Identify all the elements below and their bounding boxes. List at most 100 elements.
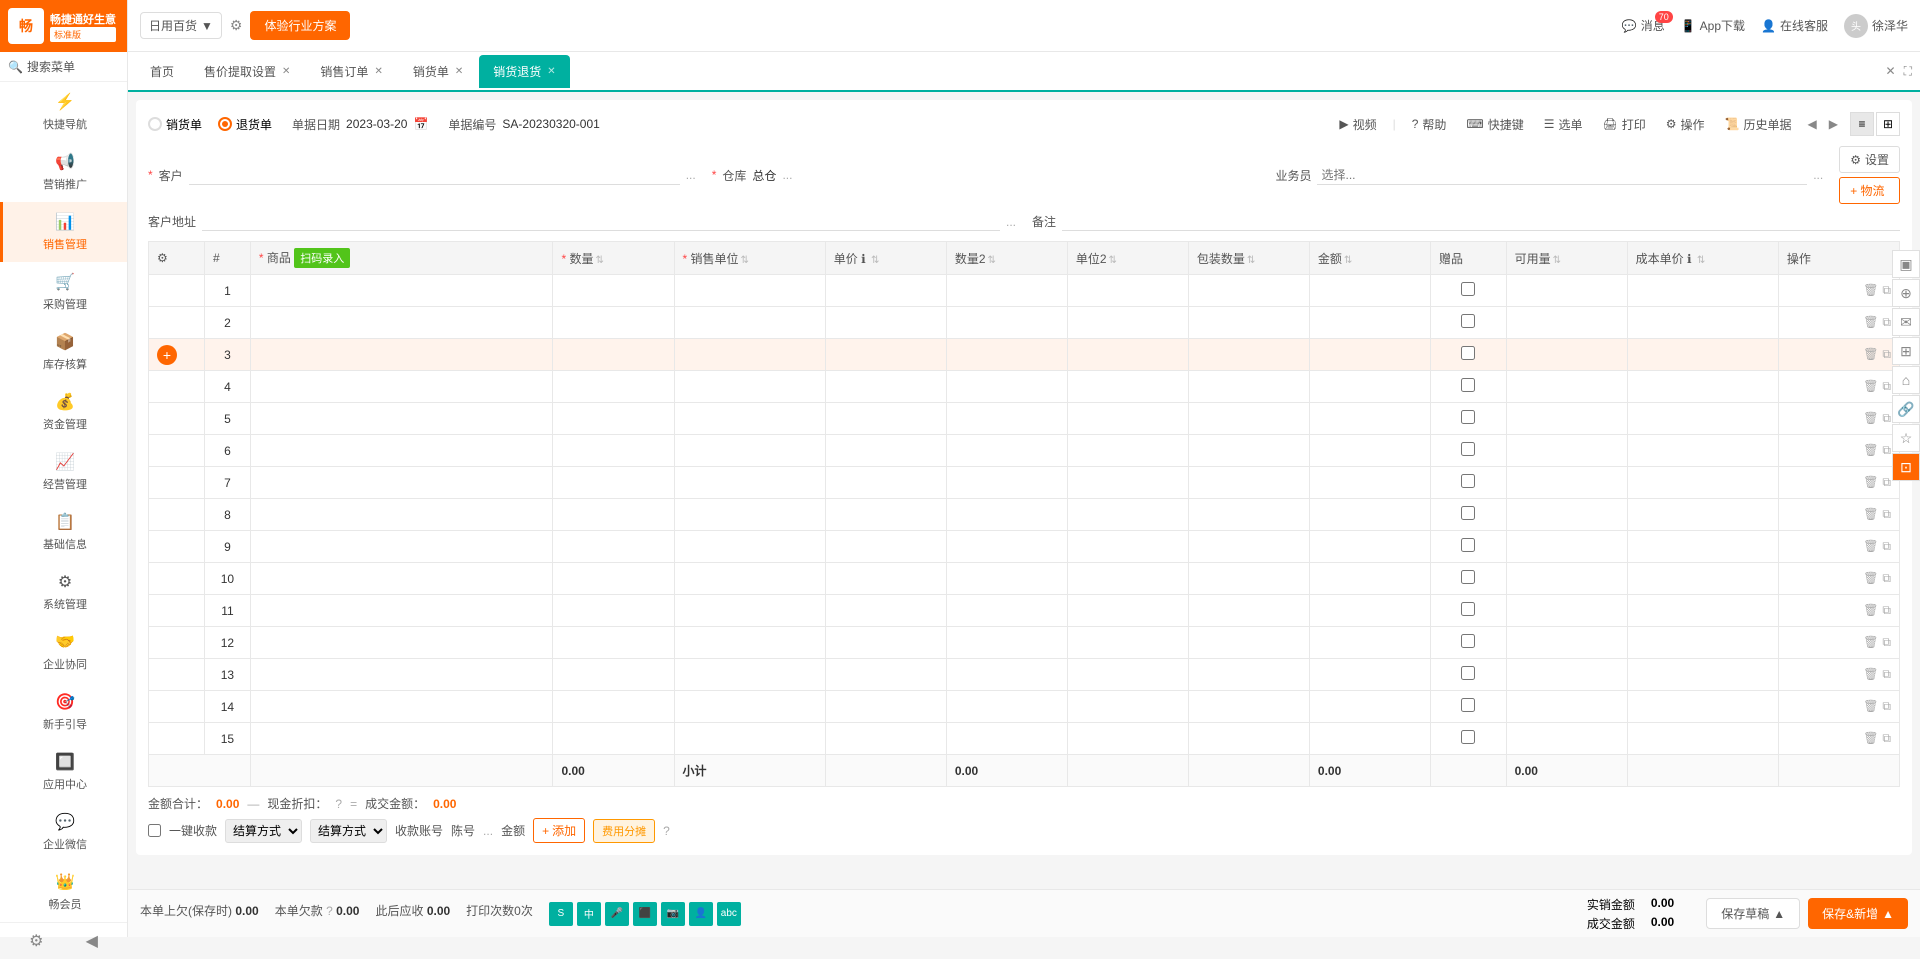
cost-price-cell[interactable]	[1627, 435, 1778, 467]
float-btn-4[interactable]: ⊞	[1892, 337, 1920, 365]
tab-home[interactable]: 首页	[136, 55, 188, 88]
gift-checkbox[interactable]	[1461, 282, 1475, 296]
qty2-cell[interactable]	[946, 723, 1067, 755]
user-menu[interactable]: 头 徐泽华	[1844, 14, 1908, 38]
message-btn[interactable]: 💬 消息 70	[1622, 17, 1665, 34]
copy-row-icon[interactable]: ⧉	[1882, 443, 1891, 458]
price-cell[interactable]	[825, 435, 946, 467]
unit-cell[interactable]	[674, 595, 825, 627]
sidebar-item-sales-mgmt[interactable]: 📊 销售管理	[0, 202, 127, 262]
note-input[interactable]	[1062, 212, 1900, 231]
unit2-cell[interactable]	[1067, 723, 1188, 755]
qty2-cell[interactable]	[946, 467, 1067, 499]
price-cell[interactable]	[825, 371, 946, 403]
gift-checkbox[interactable]	[1461, 570, 1475, 584]
gift-checkbox[interactable]	[1461, 602, 1475, 616]
prev-icon[interactable]: ◀	[1808, 117, 1817, 131]
float-btn-8[interactable]: ⊡	[1892, 453, 1920, 481]
tab-close-price-setting[interactable]: ✕	[282, 66, 290, 77]
product-cell[interactable]	[250, 467, 553, 499]
cost-price-cell[interactable]	[1627, 307, 1778, 339]
qty2-cell[interactable]	[946, 627, 1067, 659]
pack-qty-cell[interactable]	[1188, 563, 1309, 595]
copy-row-icon[interactable]: ⧉	[1882, 635, 1891, 650]
unit-cell[interactable]	[674, 339, 825, 371]
unit2-cell[interactable]	[1067, 499, 1188, 531]
gift-checkbox[interactable]	[1461, 506, 1475, 520]
qty2-cell[interactable]	[946, 275, 1067, 307]
qty2-cell[interactable]	[946, 435, 1067, 467]
qty2-cell[interactable]	[946, 691, 1067, 723]
unit-cell[interactable]	[674, 531, 825, 563]
calendar-icon[interactable]: 📅	[413, 117, 428, 131]
save-new-btn[interactable]: 保存&新增 ▲	[1808, 898, 1908, 929]
expand-icon[interactable]: ⛶	[1904, 64, 1912, 79]
sidebar-item-finance[interactable]: 💰 资金管理	[0, 382, 127, 442]
amount-cell[interactable]	[1309, 307, 1430, 339]
product-cell[interactable]	[250, 275, 553, 307]
float-btn-7[interactable]: ☆	[1892, 424, 1920, 452]
delete-row-icon[interactable]: 🗑	[1863, 603, 1878, 618]
delete-row-icon[interactable]: 🗑	[1863, 699, 1878, 714]
cost-price-cell[interactable]	[1627, 275, 1778, 307]
cost-price-cell[interactable]	[1627, 339, 1778, 371]
gift-checkbox[interactable]	[1461, 666, 1475, 680]
unit2-cell[interactable]	[1067, 339, 1188, 371]
qty-cell[interactable]	[553, 275, 674, 307]
sidebar-item-inventory[interactable]: 📦 库存核算	[0, 322, 127, 382]
settings-bottom-icon[interactable]: ⚙	[29, 931, 43, 951]
sidebar-item-quick-nav[interactable]: ⚡ 快捷导航	[0, 82, 127, 142]
unit2-cell[interactable]	[1067, 467, 1188, 499]
qty2-cell[interactable]	[946, 499, 1067, 531]
unit-cell[interactable]	[674, 691, 825, 723]
amount-cell[interactable]	[1309, 467, 1430, 499]
customer-input[interactable]	[189, 166, 680, 185]
unit2-cell[interactable]	[1067, 371, 1188, 403]
delete-row-icon[interactable]: 🗑	[1863, 667, 1878, 682]
unit-cell[interactable]	[674, 659, 825, 691]
unit2-cell[interactable]	[1067, 531, 1188, 563]
price-cell[interactable]	[825, 723, 946, 755]
price-cell[interactable]	[825, 339, 946, 371]
print-btn[interactable]: 🖨 打印	[1599, 114, 1650, 135]
product-cell[interactable]	[250, 723, 553, 755]
qty2-cell[interactable]	[946, 403, 1067, 435]
close-all-icon[interactable]: ✕	[1886, 64, 1896, 78]
delete-row-icon[interactable]: 🗑	[1863, 571, 1878, 586]
logistics-btn[interactable]: + 物流	[1839, 177, 1900, 204]
copy-row-icon[interactable]: ⧉	[1882, 283, 1891, 298]
qty-cell[interactable]	[553, 435, 674, 467]
qty2-cell[interactable]	[946, 339, 1067, 371]
pack-qty-cell[interactable]	[1188, 339, 1309, 371]
unit-cell[interactable]	[674, 499, 825, 531]
unit-cell[interactable]	[674, 403, 825, 435]
unit2-cell[interactable]	[1067, 435, 1188, 467]
float-btn-1[interactable]: ▣	[1892, 250, 1920, 278]
copy-row-icon[interactable]: ⧉	[1882, 539, 1891, 554]
available-cell[interactable]	[1506, 499, 1627, 531]
sidebar-item-marketing[interactable]: 📢 营销推广	[0, 142, 127, 202]
product-cell[interactable]	[250, 403, 553, 435]
product-cell[interactable]	[250, 307, 553, 339]
available-cell[interactable]	[1506, 595, 1627, 627]
qty-cell[interactable]	[553, 563, 674, 595]
sidebar-item-operations[interactable]: 📈 经营管理	[0, 442, 127, 502]
gift-checkbox[interactable]	[1461, 698, 1475, 712]
salesman-dots[interactable]: ...	[1813, 168, 1823, 182]
unit-cell[interactable]	[674, 371, 825, 403]
price-cell[interactable]	[825, 563, 946, 595]
unit2-cell[interactable]	[1067, 403, 1188, 435]
sidebar-item-enterprise[interactable]: 🤝 企业协同	[0, 622, 127, 682]
collapse-icon[interactable]: ◀	[86, 931, 98, 951]
gift-checkbox[interactable]	[1461, 410, 1475, 424]
qty2-cell[interactable]	[946, 595, 1067, 627]
amount-cell[interactable]	[1309, 563, 1430, 595]
cost-price-cell[interactable]	[1627, 403, 1778, 435]
price-cell[interactable]	[825, 275, 946, 307]
gift-checkbox[interactable]	[1461, 346, 1475, 360]
amount-cell[interactable]	[1309, 595, 1430, 627]
amount-cell[interactable]	[1309, 627, 1430, 659]
available-cell[interactable]	[1506, 435, 1627, 467]
gift-checkbox[interactable]	[1461, 378, 1475, 392]
copy-row-icon[interactable]: ⧉	[1882, 411, 1891, 426]
